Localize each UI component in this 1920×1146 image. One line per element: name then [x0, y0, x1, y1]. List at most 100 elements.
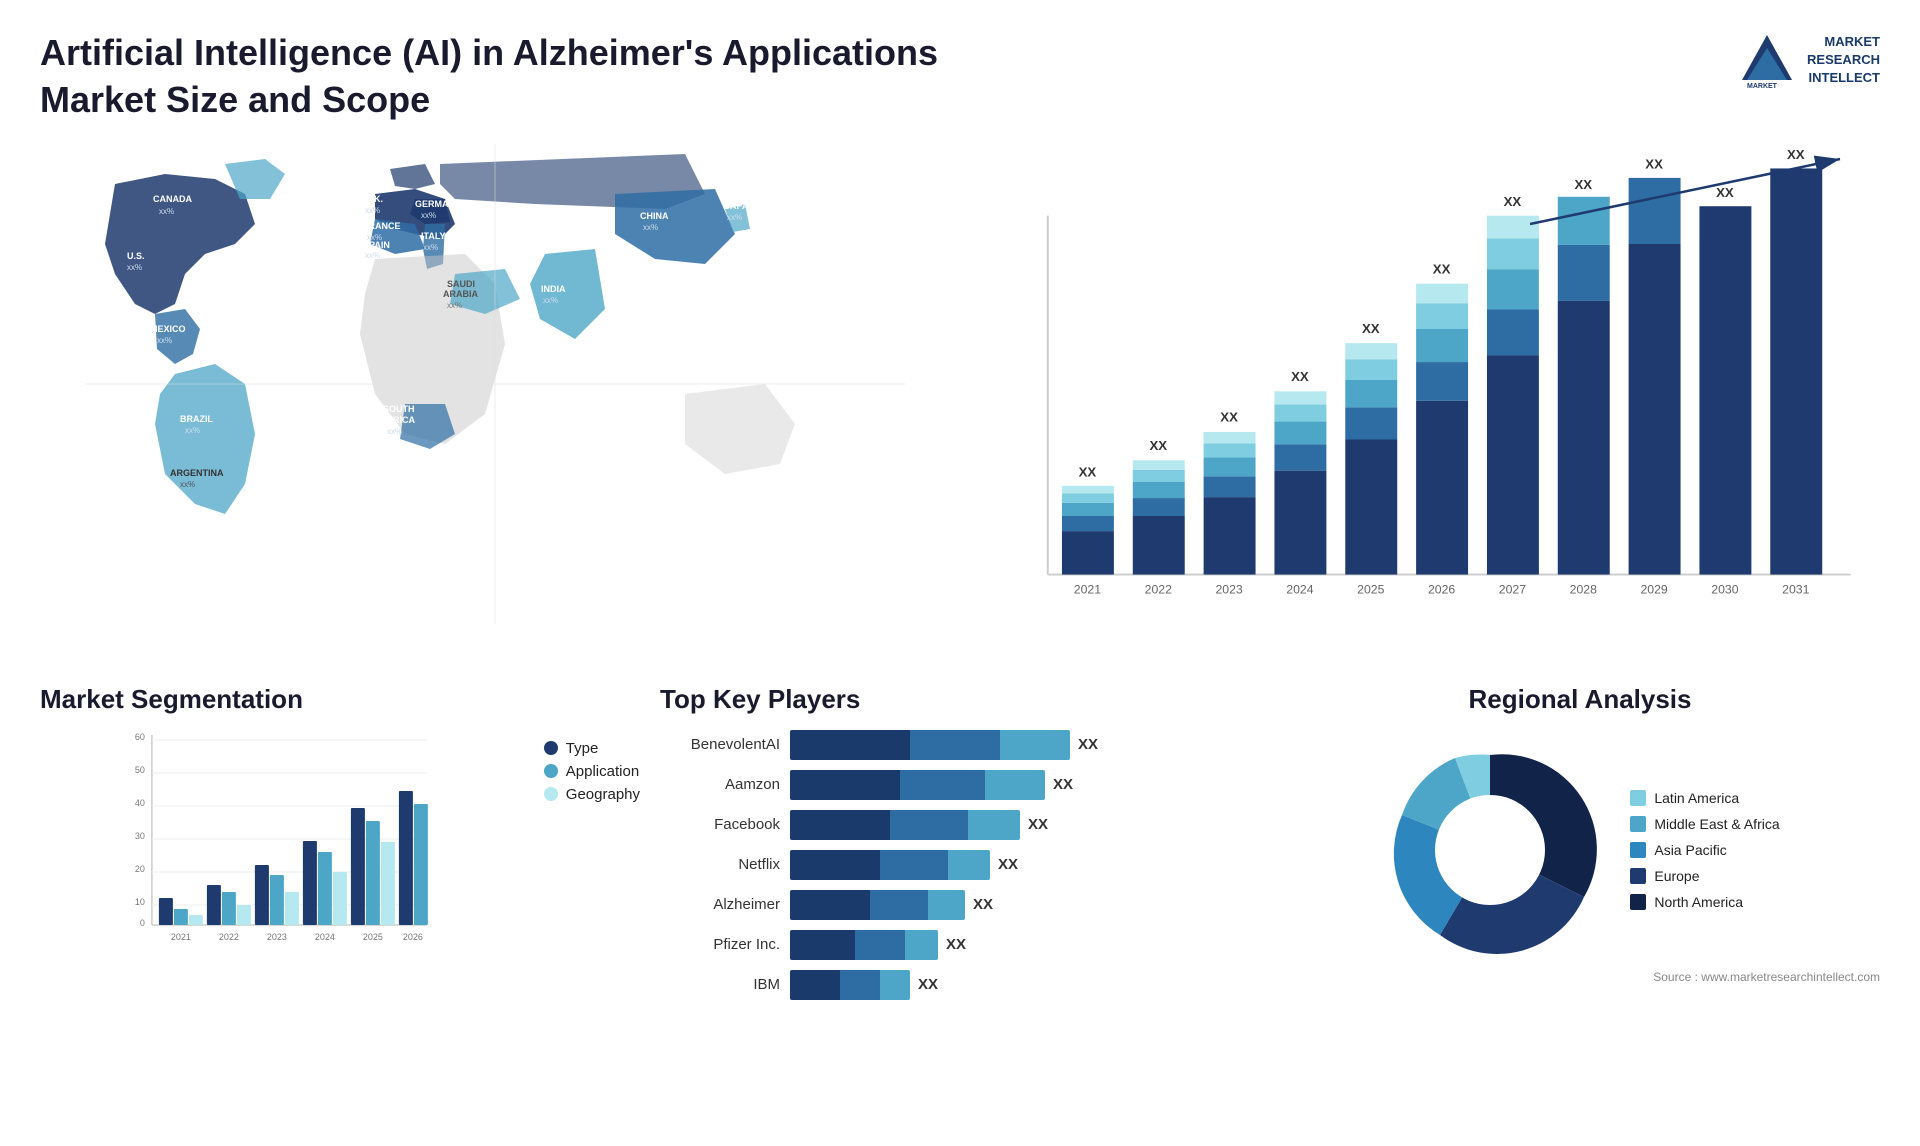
- player-name: BenevolentAI: [660, 736, 780, 753]
- bar-seg1: [790, 930, 855, 960]
- map-svg: CANADA xx% U.S. xx% MEXICO xx% BRAZIL xx…: [40, 144, 950, 624]
- player-row: Aamzon XX: [660, 770, 1260, 800]
- svg-text:0: 0: [140, 918, 145, 928]
- bottom-grid: Market Segmentation 60 50 40 30 20 1: [40, 684, 1880, 1000]
- svg-text:ARABIA: ARABIA: [443, 289, 478, 299]
- legend-latin-america: Latin America: [1630, 790, 1779, 806]
- svg-text:INDIA: INDIA: [541, 284, 566, 294]
- legend-color-apac: [1630, 842, 1646, 858]
- legend-geography: Geography: [544, 786, 640, 803]
- bar-seg3: [905, 930, 938, 960]
- player-name: Alzheimer: [660, 896, 780, 913]
- svg-text:xx%: xx%: [643, 223, 658, 232]
- svg-text:MARKET: MARKET: [1747, 83, 1778, 90]
- legend-geography-dot: [544, 787, 558, 801]
- player-bar: [790, 970, 910, 1000]
- legend-color-na: [1630, 894, 1646, 910]
- bar-seg1: [790, 970, 840, 1000]
- svg-text:10: 10: [135, 897, 145, 907]
- bar-seg3: [928, 890, 965, 920]
- svg-text:30: 30: [135, 831, 145, 841]
- player-name: Aamzon: [660, 776, 780, 793]
- donut-container: Latin America Middle East & Africa Asia …: [1380, 740, 1779, 960]
- player-row: Pfizer Inc. XX: [660, 930, 1260, 960]
- player-row: BenevolentAI XX: [660, 730, 1260, 760]
- svg-text:2025: 2025: [363, 932, 383, 942]
- svg-text:2026: 2026: [1428, 582, 1455, 596]
- svg-text:2023: 2023: [1215, 582, 1242, 596]
- bar-seg1: [790, 810, 890, 840]
- svg-text:xx%: xx%: [447, 301, 462, 310]
- legend-europe: Europe: [1630, 868, 1779, 884]
- bar-seg1: [790, 890, 870, 920]
- svg-text:2030: 2030: [1711, 582, 1738, 596]
- player-bar-container: XX: [790, 970, 1260, 1000]
- svg-text:50: 50: [135, 765, 145, 775]
- page-title: Artificial Intelligence (AI) in Alzheime…: [40, 30, 938, 124]
- legend-asia-pacific: Asia Pacific: [1630, 842, 1779, 858]
- svg-text:2025: 2025: [1357, 582, 1384, 596]
- svg-text:XX: XX: [1291, 369, 1309, 384]
- svg-text:SOUTH: SOUTH: [383, 404, 415, 414]
- player-name: Pfizer Inc.: [660, 936, 780, 953]
- player-bar: [790, 850, 990, 880]
- players-title: Top Key Players: [660, 684, 1260, 715]
- svg-text:XX: XX: [1362, 320, 1380, 335]
- player-row: Facebook XX: [660, 810, 1260, 840]
- svg-text:U.K.: U.K.: [365, 194, 383, 204]
- svg-text:2028: 2028: [1570, 582, 1597, 596]
- svg-text:GERMANY: GERMANY: [415, 199, 461, 209]
- header: Artificial Intelligence (AI) in Alzheime…: [40, 30, 1880, 124]
- player-name: Facebook: [660, 816, 780, 833]
- svg-text:2026: 2026: [403, 932, 423, 942]
- player-row: Alzheimer XX: [660, 890, 1260, 920]
- player-bar-container: XX: [790, 730, 1260, 760]
- svg-text:SPAIN: SPAIN: [363, 240, 390, 250]
- bar-seg3: [985, 770, 1045, 800]
- svg-text:XX: XX: [1079, 464, 1097, 479]
- bar-seg2: [855, 930, 905, 960]
- svg-text:xx%: xx%: [543, 296, 558, 305]
- svg-text:XX: XX: [1504, 194, 1522, 209]
- bar-chart-svg: XX 2021 XX 2022: [1010, 204, 1860, 624]
- svg-text:MEXICO: MEXICO: [150, 324, 186, 334]
- bar-seg3: [1000, 730, 1070, 760]
- legend-color-europe: [1630, 868, 1646, 884]
- svg-text:2021: 2021: [171, 932, 191, 942]
- svg-text:XX: XX: [1149, 437, 1167, 452]
- seg-chart-svg: 60 50 40 30 20 10 0: [40, 730, 514, 960]
- bar-seg2: [840, 970, 880, 1000]
- bar-seg1: [790, 730, 910, 760]
- svg-text:2021: 2021: [1074, 582, 1101, 596]
- svg-text:2023: 2023: [267, 932, 287, 942]
- player-bar: [790, 730, 1070, 760]
- player-bar-container: XX: [790, 770, 1260, 800]
- legend-application: Application: [544, 763, 640, 780]
- svg-text:CANADA: CANADA: [153, 194, 192, 204]
- svg-text:xx%: xx%: [157, 336, 172, 345]
- player-row: IBM XX: [660, 970, 1260, 1000]
- svg-text:xx%: xx%: [365, 206, 380, 215]
- svg-text:FRANCE: FRANCE: [363, 221, 401, 231]
- bar-seg3: [968, 810, 1020, 840]
- svg-text:2024: 2024: [315, 932, 335, 942]
- source-text: Source : www.marketresearchintellect.com: [1280, 970, 1880, 984]
- svg-text:xx%: xx%: [421, 211, 436, 220]
- player-bar: [790, 890, 965, 920]
- logo-text: MARKETRESEARCHINTELLECT: [1807, 33, 1880, 88]
- regional-legend: Latin America Middle East & Africa Asia …: [1630, 790, 1779, 910]
- donut-chart: [1380, 740, 1600, 960]
- svg-text:40: 40: [135, 798, 145, 808]
- svg-text:XX: XX: [1220, 409, 1238, 424]
- svg-text:xx%: xx%: [727, 213, 742, 222]
- logo: MARKET MARKETRESEARCHINTELLECT: [1737, 30, 1880, 90]
- segmentation-title: Market Segmentation: [40, 684, 640, 715]
- world-map: CANADA xx% U.S. xx% MEXICO xx% BRAZIL xx…: [40, 144, 950, 624]
- svg-text:2024: 2024: [1286, 582, 1313, 596]
- bar-seg3: [948, 850, 990, 880]
- bar-seg2: [900, 770, 985, 800]
- segmentation-content: 60 50 40 30 20 10 0: [40, 730, 640, 965]
- svg-text:XX: XX: [1433, 261, 1451, 276]
- bar-seg2: [910, 730, 1000, 760]
- svg-text:CHINA: CHINA: [640, 211, 669, 221]
